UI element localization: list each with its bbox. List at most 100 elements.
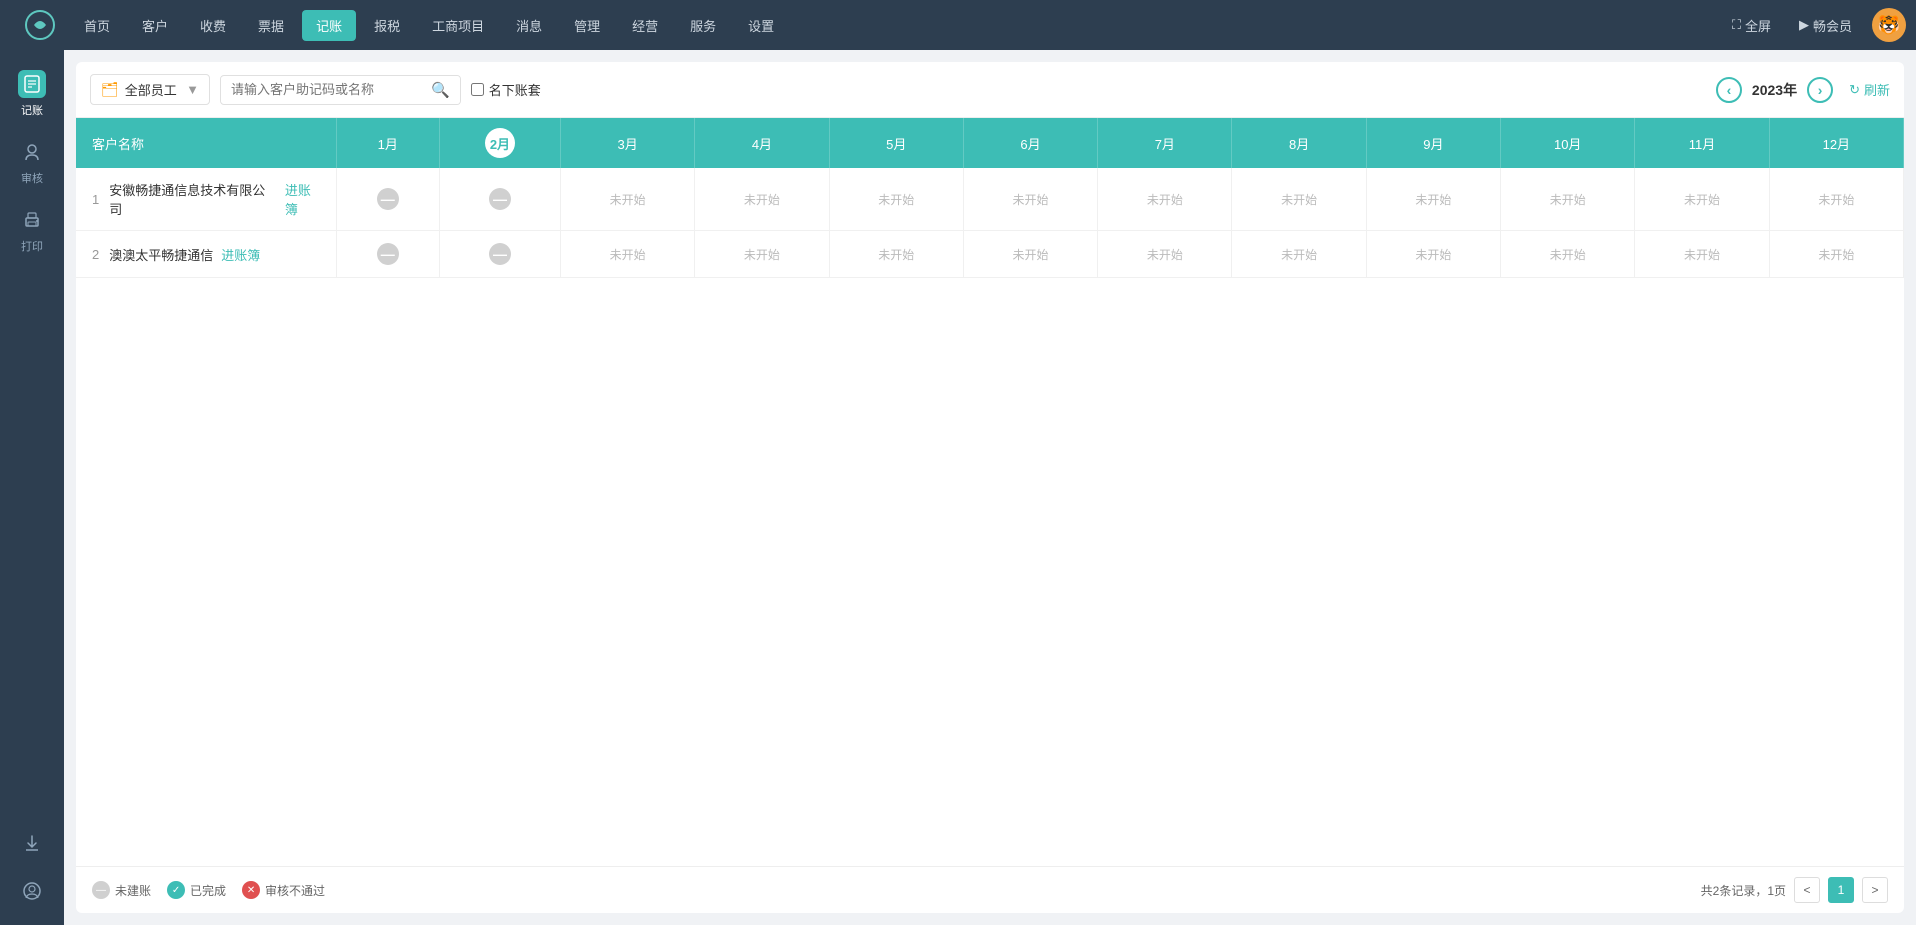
nav-tax[interactable]: 报税 [360,10,414,41]
not-started-text: 未开始 [1147,248,1183,262]
legend-rejected-label: 审核不通过 [265,882,325,899]
sidebar-bottom [0,819,64,925]
sidebar-item-print[interactable]: 打印 [0,196,64,264]
page-prev-button[interactable]: < [1794,877,1820,903]
cell-row1-m3: 未开始 [560,168,694,231]
year-display: 2023年 [1752,80,1797,100]
col-header-m5: 5月 [829,118,963,168]
accountset-filter-wrap[interactable]: 名下账套 [471,80,541,99]
app-logo [10,9,70,41]
search-input[interactable] [221,77,421,102]
sidebar-bookkeeping-label: 记账 [21,102,43,118]
fullscreen-button[interactable]: ⛶ 全屏 [1724,12,1779,39]
cell-row2-m8: 未开始 [1232,231,1366,278]
col-header-m2: 2月 [439,118,560,168]
cell-row2-m3: 未开始 [560,231,694,278]
table-header-row: 客户名称 1月 2月 3月 4月 5月 6月 7月 [76,118,1904,168]
not-started-text: 未开始 [1415,248,1451,262]
not-started-text: 未开始 [1818,193,1854,207]
employee-filter-dropdown[interactable]: 🗂 全部员工 ▼ [90,74,210,105]
col-header-m11: 11月 [1635,118,1769,168]
vip-button[interactable]: ▶ 畅会员 [1791,12,1860,39]
legend-teal-dot [167,881,185,899]
sidebar-user[interactable] [0,867,64,915]
print-icon [18,206,46,234]
not-started-text: 未开始 [1147,193,1183,207]
not-started-text: 未开始 [1281,193,1317,207]
user-circle-icon [18,877,46,905]
search-wrap: 🔍 [220,75,461,105]
cell-row2-m6: 未开始 [963,231,1097,278]
col-header-m9: 9月 [1366,118,1500,168]
sidebar-item-bookkeeping[interactable]: 记账 [0,60,64,128]
cell-row2-m1: — [336,231,439,278]
legend-completed-label: 已完成 [190,882,226,899]
vip-icon: ▶ [1799,17,1809,33]
sidebar-audit-label: 审核 [21,170,43,186]
top-nav: 首页 客户 收费 票据 记账 报税 工商项目 消息 管理 经营 服务 设置 ⛶ … [0,0,1916,50]
nav-home[interactable]: 首页 [70,10,124,41]
enter-ledger-link[interactable]: 进账簿 [221,245,260,264]
not-started-text: 未开始 [1684,248,1720,262]
not-started-text: 未开始 [1818,248,1854,262]
search-button[interactable]: 🔍 [421,76,460,104]
col-header-m12: 12月 [1769,118,1903,168]
year-prev-button[interactable]: ‹ [1716,77,1742,103]
table-footer: — 未建账 已完成 审核不通过 共2条记录，1页 < 1 > [76,866,1904,913]
sidebar-item-audit[interactable]: 审核 [0,128,64,196]
not-started-text: 未开始 [1013,193,1049,207]
nav-fee[interactable]: 收费 [186,10,240,41]
not-started-text: 未开始 [878,248,914,262]
not-started-text: 未开始 [1550,248,1586,262]
pagination: 共2条记录，1页 < 1 > [1701,877,1888,903]
refresh-icon: ↻ [1849,82,1860,98]
cell-row1-m7: 未开始 [1098,168,1232,231]
table-container: 客户名称 1月 2月 3月 4月 5月 6月 7月 [76,118,1904,866]
sidebar: 记账 审核 打印 [0,50,64,925]
page-next-button[interactable]: > [1862,877,1888,903]
status-dash-icon: — [489,188,511,210]
table-row: 1 安徽畅捷通信息技术有限公司 进账簿 ——未开始未开始未开始未开始未开始未开始… [76,168,1904,231]
toolbar: 🗂 全部员工 ▼ 🔍 名下账套 ‹ 2023年 › [76,62,1904,118]
nav-service[interactable]: 服务 [676,10,730,41]
cell-row2-m11: 未开始 [1635,231,1769,278]
cell-row2-m2: — [439,231,560,278]
client-name-text: 澳澳太平畅捷通信 [109,245,213,264]
nav-business[interactable]: 经营 [618,10,672,41]
accountset-checkbox[interactable] [471,83,484,96]
not-started-text: 未开始 [1550,193,1586,207]
main-layout: 记账 审核 打印 [0,50,1916,925]
main-content: 🗂 全部员工 ▼ 🔍 名下账套 ‹ 2023年 › [64,50,1916,925]
cell-row2-m12: 未开始 [1769,231,1903,278]
cell-row1-m2: — [439,168,560,231]
col-header-m4: 4月 [695,118,829,168]
fullscreen-label: 全屏 [1745,16,1771,35]
enter-ledger-link[interactable]: 进账簿 [285,180,324,218]
col-header-m8: 8月 [1232,118,1366,168]
nav-invoice[interactable]: 票据 [244,10,298,41]
download-icon [18,829,46,857]
nav-message[interactable]: 消息 [502,10,556,41]
cell-row1-m4: 未开始 [695,168,829,231]
employee-filter-label: 全部员工 [125,80,177,99]
page-1-button[interactable]: 1 [1828,877,1854,903]
nav-settings[interactable]: 设置 [734,10,788,41]
row-index: 1 [92,192,99,207]
not-started-text: 未开始 [1684,193,1720,207]
nav-bookkeeping[interactable]: 记账 [302,10,356,41]
nav-commerce[interactable]: 工商项目 [418,10,498,41]
sidebar-download[interactable] [0,819,64,867]
cell-row2-m5: 未开始 [829,231,963,278]
table-row: 2 澳澳太平畅捷通信 进账簿 ——未开始未开始未开始未开始未开始未开始未开始未开… [76,231,1904,278]
refresh-button[interactable]: ↻ 刷新 [1849,80,1890,99]
cell-row1-m6: 未开始 [963,168,1097,231]
not-started-text: 未开始 [610,193,646,207]
col-header-m6: 6月 [963,118,1097,168]
nav-manage[interactable]: 管理 [560,10,614,41]
current-month-circle: 2月 [485,128,515,158]
year-next-button[interactable]: › [1807,77,1833,103]
nav-client[interactable]: 客户 [128,10,182,41]
avatar[interactable]: 🐯 [1872,8,1906,42]
content-card: 🗂 全部员工 ▼ 🔍 名下账套 ‹ 2023年 › [76,62,1904,913]
bookkeeping-table: 客户名称 1月 2月 3月 4月 5月 6月 7月 [76,118,1904,278]
